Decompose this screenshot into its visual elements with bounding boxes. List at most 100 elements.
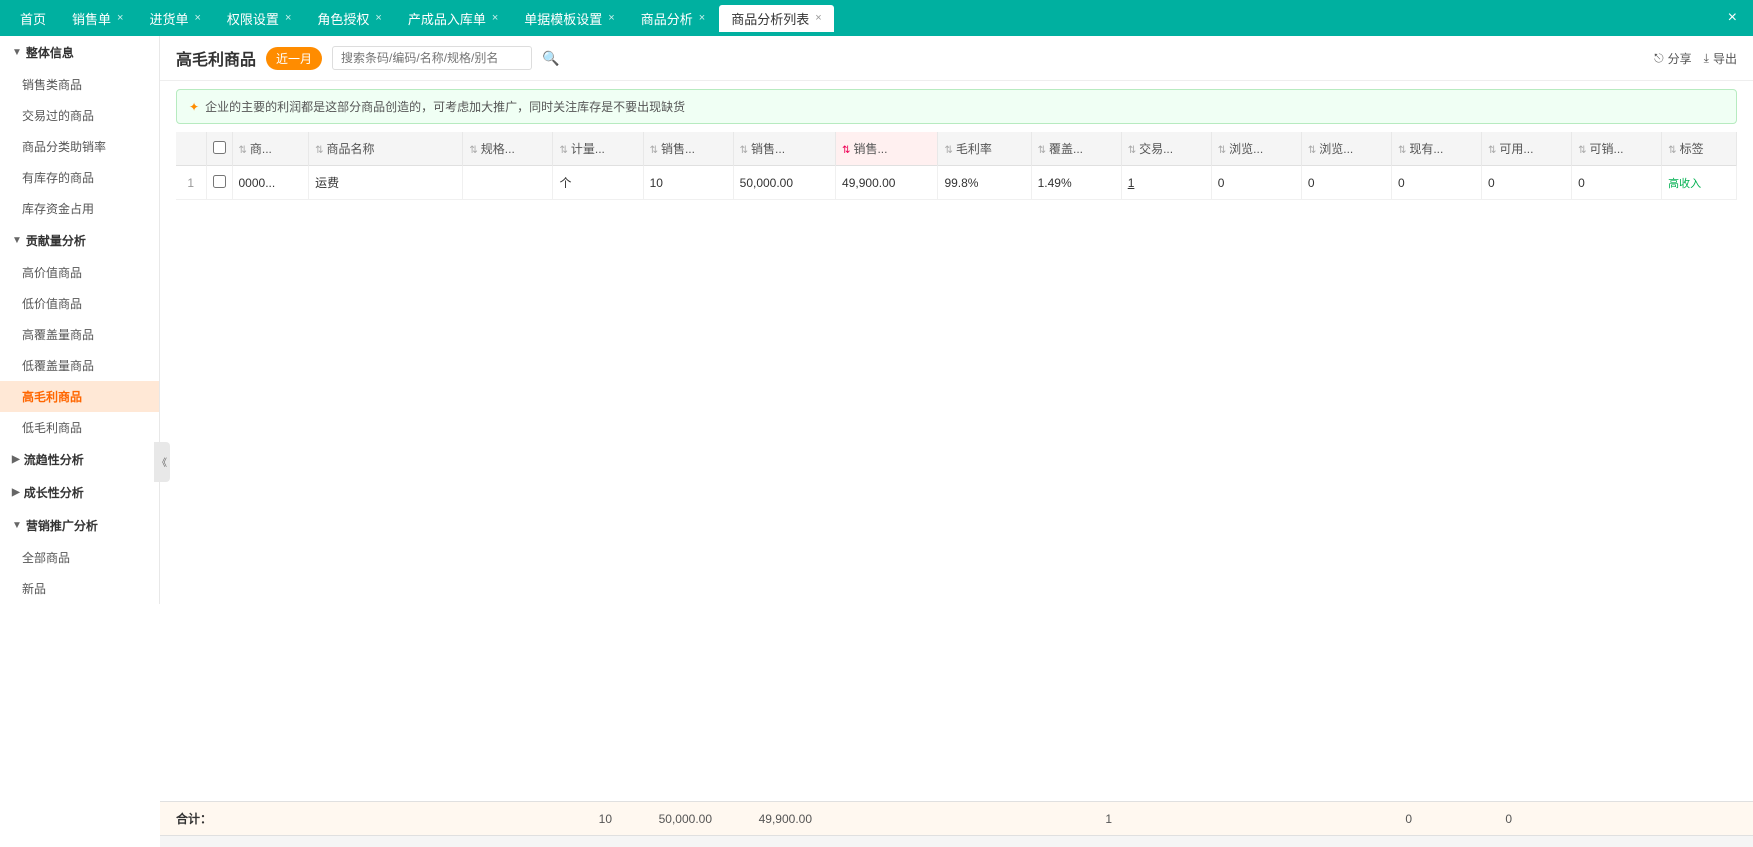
col-browse1[interactable]: ⇅浏览...: [1211, 132, 1301, 166]
tab-sales-order[interactable]: 销售单 ×: [60, 5, 135, 32]
search-button[interactable]: 🔍: [542, 50, 559, 67]
cell-unit: 个: [553, 166, 643, 200]
col-code[interactable]: ⇅商...: [232, 132, 309, 166]
sidebar-item-stock-capital[interactable]: 库存资金占用: [0, 193, 159, 224]
sidebar-group-growth[interactable]: ▶ 成长性分析: [0, 476, 159, 509]
tab-home[interactable]: 首页: [8, 5, 58, 32]
export-icon: ⤓: [1704, 51, 1709, 66]
table-wrapper: ⇅商... ⇅商品名称 ⇅规格... ⇅计量... ⇅销售... ⇅销售... …: [160, 132, 1753, 801]
sidebar-wrapper: ▼ 整体信息 销售类商品 交易过的商品 商品分类助销率 有库存的商品 库存资金占…: [0, 36, 160, 847]
col-avail-qty[interactable]: ⇅可用...: [1482, 132, 1572, 166]
tab-product-analysis-close[interactable]: ×: [699, 12, 705, 24]
cell-stock-qty: 0: [1391, 166, 1481, 200]
row-checkbox[interactable]: [213, 175, 226, 188]
sidebar-item-traded-goods[interactable]: 交易过的商品: [0, 100, 159, 131]
cell-sale-qty: 10: [643, 166, 733, 200]
tab-product-analysis-list[interactable]: 商品分析列表 ×: [719, 5, 833, 32]
footer-avail-qty: 0: [1432, 812, 1512, 826]
col-index: [176, 132, 206, 166]
footer-trade: 1: [1032, 812, 1112, 826]
table-footer: 合计： 10 50,000.00 49,900.00 1 0 0: [160, 801, 1753, 835]
col-sale-profit[interactable]: ⇅销售...: [836, 132, 938, 166]
time-filter-button[interactable]: 近一月: [266, 47, 322, 70]
sidebar-item-high-margin[interactable]: 高毛利商品: [0, 381, 159, 412]
arrow-trend: ▶: [12, 454, 20, 465]
arrow-marketing: ▼: [12, 520, 22, 531]
col-stock-qty[interactable]: ⇅现有...: [1391, 132, 1481, 166]
sidebar-group-trend[interactable]: ▶ 流趋性分析: [0, 443, 159, 476]
sidebar-collapse-button[interactable]: 《: [154, 442, 170, 482]
trade-link[interactable]: 1: [1128, 176, 1135, 190]
cell-name: 运费: [309, 166, 463, 200]
col-sale-qty[interactable]: ⇅销售...: [643, 132, 733, 166]
col-check[interactable]: [206, 132, 232, 166]
tab-permission[interactable]: 权限设置 ×: [215, 5, 303, 32]
tab-product-instock-close[interactable]: ×: [492, 12, 498, 24]
col-coverage[interactable]: ⇅覆盖...: [1031, 132, 1121, 166]
col-sale-amount[interactable]: ⇅销售...: [733, 132, 835, 166]
cell-gross-margin: 99.8%: [938, 166, 1031, 200]
col-name[interactable]: ⇅商品名称: [309, 132, 463, 166]
sidebar-item-stocked-goods[interactable]: 有库存的商品: [0, 162, 159, 193]
tab-product-analysis-list-close[interactable]: ×: [815, 12, 821, 24]
sidebar-item-all-goods[interactable]: 全部商品: [0, 542, 159, 573]
tab-sales-order-close[interactable]: ×: [117, 12, 123, 24]
col-tag[interactable]: ⇅标签: [1662, 132, 1737, 166]
tab-template-close[interactable]: ×: [608, 12, 614, 24]
arrow-overall: ▼: [12, 47, 22, 58]
sidebar-item-new-goods[interactable]: 新品: [0, 573, 159, 604]
info-banner: ✦ 企业的主要的利润都是这部分商品创造的，可考虑加大推广，同时关注库存是不要出现…: [176, 89, 1737, 124]
cell-sale-amount: 50,000.00: [733, 166, 835, 200]
tab-purchase[interactable]: 进货单 ×: [137, 5, 212, 32]
sidebar-group-marketing[interactable]: ▼ 营销推广分析: [0, 509, 159, 542]
sidebar-group-overall[interactable]: ▼ 整体信息: [0, 36, 159, 69]
cell-spec: [463, 166, 553, 200]
export-button[interactable]: ⤓ 导出: [1704, 50, 1737, 67]
sidebar-item-low-margin[interactable]: 低毛利商品: [0, 412, 159, 443]
cell-index: 1: [176, 166, 206, 200]
sidebar-group-contribution[interactable]: ▼ 贡献量分析: [0, 224, 159, 257]
tab-product-instock[interactable]: 产成品入库单 ×: [396, 5, 510, 32]
header-actions: ⎋ 分享 ⤓ 导出: [1654, 50, 1737, 67]
sidebar-item-high-coverage[interactable]: 高覆盖量商品: [0, 319, 159, 350]
cell-browse2: 0: [1301, 166, 1391, 200]
sidebar-item-sales-goods[interactable]: 销售类商品: [0, 69, 159, 100]
tab-permission-close[interactable]: ×: [285, 12, 291, 24]
tab-template[interactable]: 单据模板设置 ×: [512, 5, 626, 32]
sidebar-item-high-value[interactable]: 高价值商品: [0, 257, 159, 288]
top-nav: 首页 销售单 × 进货单 × 权限设置 × 角色授权 × 产成品入库单 × 单据…: [0, 0, 1753, 36]
col-trade[interactable]: ⇅交易...: [1121, 132, 1211, 166]
select-all-checkbox[interactable]: [213, 141, 226, 154]
horizontal-scrollbar[interactable]: [160, 835, 1753, 847]
cell-tag: 高收入: [1662, 166, 1737, 200]
page-title: 高毛利商品: [176, 46, 256, 70]
sidebar-item-low-coverage[interactable]: 低覆盖量商品: [0, 350, 159, 381]
col-browse2[interactable]: ⇅浏览...: [1301, 132, 1391, 166]
tab-purchase-close[interactable]: ×: [194, 12, 200, 24]
cell-coverage: 1.49%: [1031, 166, 1121, 200]
cell-browse1: 0: [1211, 166, 1301, 200]
tab-product-analysis[interactable]: 商品分析 ×: [629, 5, 717, 32]
cell-check[interactable]: [206, 166, 232, 200]
arrow-growth: ▶: [12, 487, 20, 498]
close-all-tabs[interactable]: ×: [1720, 5, 1745, 31]
cell-saleable-qty: 0: [1572, 166, 1662, 200]
col-gross-margin[interactable]: ⇅毛利率: [938, 132, 1031, 166]
data-table: ⇅商... ⇅商品名称 ⇅规格... ⇅计量... ⇅销售... ⇅销售... …: [176, 132, 1737, 200]
content-header: 高毛利商品 近一月 🔍 ⎋ 分享 ⤓ 导出: [160, 36, 1753, 81]
share-button[interactable]: ⎋ 分享: [1654, 50, 1692, 67]
search-input[interactable]: [332, 46, 532, 70]
table-row: 1 0000... 运费 个 10 50,000.00 49,900.00 99…: [176, 166, 1737, 200]
content-area: 高毛利商品 近一月 🔍 ⎋ 分享 ⤓ 导出 ✦ 企业的主要的利润都是这部分商品创…: [160, 36, 1753, 847]
col-spec[interactable]: ⇅规格...: [463, 132, 553, 166]
col-saleable-qty[interactable]: ⇅可销...: [1572, 132, 1662, 166]
info-icon: ✦: [189, 100, 199, 114]
sidebar-item-low-value[interactable]: 低价值商品: [0, 288, 159, 319]
tab-role-close[interactable]: ×: [375, 12, 381, 24]
cell-avail-qty: 0: [1482, 166, 1572, 200]
cell-sale-profit: 49,900.00: [836, 166, 938, 200]
tab-role[interactable]: 角色授权 ×: [305, 5, 393, 32]
footer-stock-qty: 0: [1332, 812, 1412, 826]
sidebar-item-category-rate[interactable]: 商品分类助销率: [0, 131, 159, 162]
col-unit[interactable]: ⇅计量...: [553, 132, 643, 166]
